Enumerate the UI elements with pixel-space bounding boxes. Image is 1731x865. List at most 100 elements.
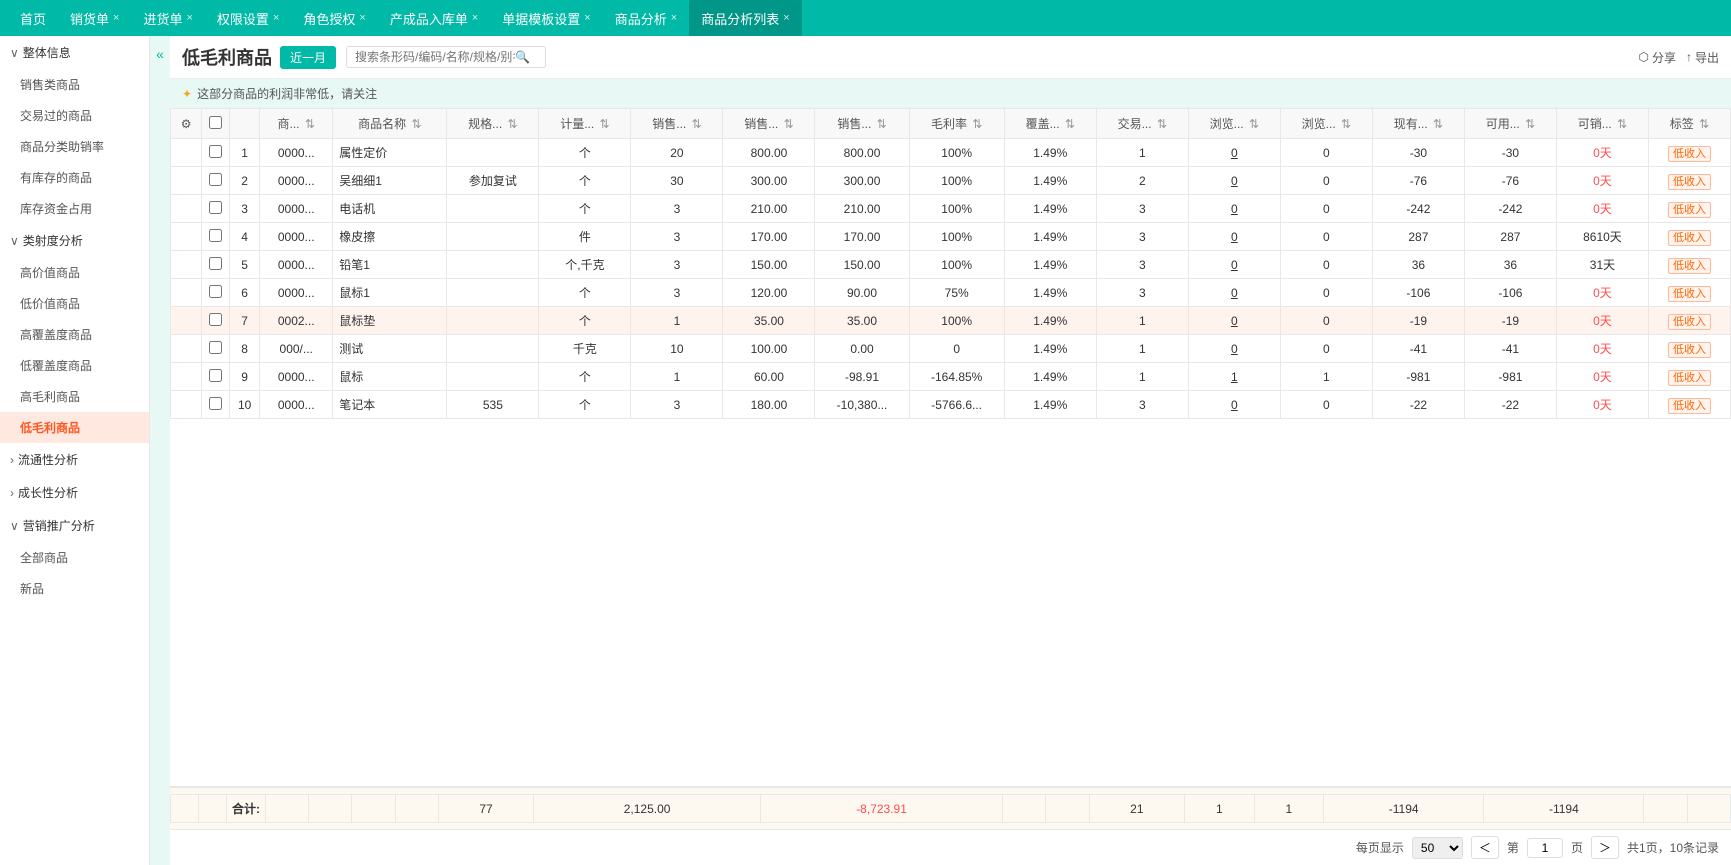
nav-template[interactable]: 单据模板设置 × <box>490 0 602 36</box>
nav-product-close[interactable]: × <box>472 12 478 24</box>
row-name[interactable]: 属性定价 <box>333 139 447 167</box>
row-checkbox-cell[interactable] <box>202 139 230 167</box>
nav-analysis-close[interactable]: × <box>671 12 677 24</box>
sidebar-item-stock-capital[interactable]: 库存资金占用 <box>0 193 149 224</box>
sidebar-item-low-coverage[interactable]: 低覆盖度商品 <box>0 350 149 381</box>
nav-sales-close[interactable]: × <box>113 12 119 24</box>
row-browse1[interactable]: 0 <box>1188 223 1280 251</box>
select-all-checkbox[interactable] <box>209 116 222 129</box>
row-checkbox[interactable] <box>209 173 222 186</box>
row-checkbox[interactable] <box>209 201 222 214</box>
row-checkbox-cell[interactable] <box>202 391 230 419</box>
col-gross-margin[interactable]: 毛利率 ⇅ <box>909 109 1004 139</box>
col-cover-rate[interactable]: 覆盖... ⇅ <box>1004 109 1096 139</box>
nav-purchase-close[interactable]: × <box>186 12 192 24</box>
col-sales-profit[interactable]: 销售... ⇅ <box>815 109 909 139</box>
row-checkbox[interactable] <box>209 257 222 270</box>
row-browse1[interactable]: 0 <box>1188 279 1280 307</box>
col-transaction[interactable]: 交易... ⇅ <box>1096 109 1188 139</box>
sidebar-item-new-products[interactable]: 新品 <box>0 573 149 604</box>
row-name[interactable]: 鼠标 <box>333 363 447 391</box>
row-browse1[interactable]: 0 <box>1188 195 1280 223</box>
row-checkbox[interactable] <box>209 229 222 242</box>
row-name[interactable]: 笔记本 <box>333 391 447 419</box>
nav-template-close[interactable]: × <box>584 12 590 24</box>
search-box[interactable]: 🔍 <box>346 46 546 68</box>
row-browse1[interactable]: 1 <box>1188 363 1280 391</box>
col-tag[interactable]: 标签 ⇅ <box>1648 109 1730 139</box>
row-name[interactable]: 橡皮擦 <box>333 223 447 251</box>
nav-role-close[interactable]: × <box>359 12 365 24</box>
row-checkbox[interactable] <box>209 397 222 410</box>
col-browse1[interactable]: 浏览... ⇅ <box>1188 109 1280 139</box>
row-checkbox-cell[interactable] <box>202 223 230 251</box>
col-unit[interactable]: 计量... ⇅ <box>539 109 631 139</box>
col-saleable[interactable]: 可销... ⇅ <box>1556 109 1648 139</box>
sidebar-group-analysis[interactable]: ∨ 类射度分析 <box>0 224 149 257</box>
sidebar-item-all-products[interactable]: 全部商品 <box>0 542 149 573</box>
col-settings[interactable]: ⚙ <box>171 109 202 139</box>
row-name[interactable]: 铅笔1 <box>333 251 447 279</box>
sidebar-collapse-button[interactable]: « <box>150 36 170 865</box>
nav-sales[interactable]: 销货单 × <box>58 0 131 36</box>
nav-analysis[interactable]: 商品分析 × <box>603 0 689 36</box>
row-browse1[interactable]: 0 <box>1188 307 1280 335</box>
row-checkbox-cell[interactable] <box>202 335 230 363</box>
col-available[interactable]: 可用... ⇅ <box>1464 109 1556 139</box>
nav-role[interactable]: 角色授权 × <box>291 0 377 36</box>
nav-analysis-list[interactable]: 商品分析列表 × <box>689 0 801 36</box>
nav-permission[interactable]: 权限设置 × <box>205 0 291 36</box>
nav-product-entry[interactable]: 产成品入库单 × <box>378 0 490 36</box>
export-button[interactable]: ↑ 导出 <box>1686 49 1719 66</box>
row-checkbox-cell[interactable] <box>202 251 230 279</box>
row-browse1[interactable]: 0 <box>1188 335 1280 363</box>
nav-analysis-list-close[interactable]: × <box>783 12 789 24</box>
row-checkbox[interactable] <box>209 285 222 298</box>
next-page-button[interactable]: ＞ <box>1591 836 1619 859</box>
filter-recent-month-button[interactable]: 近一月 <box>280 46 336 69</box>
current-page-input[interactable] <box>1527 838 1563 858</box>
row-checkbox[interactable] <box>209 145 222 158</box>
col-browse2[interactable]: 浏览... ⇅ <box>1280 109 1372 139</box>
row-browse1[interactable]: 0 <box>1188 139 1280 167</box>
col-spec[interactable]: 规格... ⇅ <box>447 109 539 139</box>
sidebar-group-circulation[interactable]: › 流通性分析 <box>0 443 149 476</box>
prev-page-button[interactable]: ＜ <box>1471 836 1499 859</box>
col-sales-qty[interactable]: 销售... ⇅ <box>631 109 723 139</box>
col-current-stock[interactable]: 现有... ⇅ <box>1372 109 1464 139</box>
page-size-select[interactable]: 50 100 200 <box>1412 837 1463 859</box>
row-checkbox-cell[interactable] <box>202 363 230 391</box>
sidebar-item-stock-products[interactable]: 有库存的商品 <box>0 162 149 193</box>
share-button[interactable]: ⬡ 分享 <box>1638 49 1676 66</box>
sidebar-item-high-value[interactable]: 高价值商品 <box>0 257 149 288</box>
search-input[interactable] <box>355 50 515 64</box>
row-checkbox-cell[interactable] <box>202 167 230 195</box>
row-checkbox-cell[interactable] <box>202 279 230 307</box>
row-checkbox-cell[interactable] <box>202 195 230 223</box>
sidebar-group-marketing[interactable]: ∨ 营销推广分析 <box>0 509 149 542</box>
sidebar-item-low-margin[interactable]: 低毛利商品 <box>0 412 149 443</box>
row-name[interactable]: 测试 <box>333 335 447 363</box>
sidebar-item-category-sales-rate[interactable]: 商品分类助销率 <box>0 131 149 162</box>
row-name[interactable]: 电话机 <box>333 195 447 223</box>
row-browse1[interactable]: 0 <box>1188 167 1280 195</box>
row-name[interactable]: 鼠标垫 <box>333 307 447 335</box>
sidebar-item-sales-products[interactable]: 销售类商品 <box>0 69 149 100</box>
nav-purchase[interactable]: 进货单 × <box>131 0 204 36</box>
col-code[interactable]: 商... ⇅ <box>260 109 333 139</box>
col-sales-price[interactable]: 销售... ⇅ <box>723 109 815 139</box>
row-name[interactable]: 吴细细1 <box>333 167 447 195</box>
nav-home[interactable]: 首页 <box>8 0 58 36</box>
row-browse1[interactable]: 0 <box>1188 251 1280 279</box>
sidebar-item-high-margin[interactable]: 高毛利商品 <box>0 381 149 412</box>
col-checkbox-header[interactable] <box>202 109 230 139</box>
sidebar-item-low-value[interactable]: 低价值商品 <box>0 288 149 319</box>
row-name[interactable]: 鼠标1 <box>333 279 447 307</box>
row-checkbox[interactable] <box>209 341 222 354</box>
col-name[interactable]: 商品名称 ⇅ <box>333 109 447 139</box>
sidebar-item-traded-products[interactable]: 交易过的商品 <box>0 100 149 131</box>
sidebar-group-growth[interactable]: › 成长性分析 <box>0 476 149 509</box>
row-checkbox[interactable] <box>209 369 222 382</box>
row-browse1[interactable]: 0 <box>1188 391 1280 419</box>
sidebar-group-overall[interactable]: ∨ 整体信息 <box>0 36 149 69</box>
